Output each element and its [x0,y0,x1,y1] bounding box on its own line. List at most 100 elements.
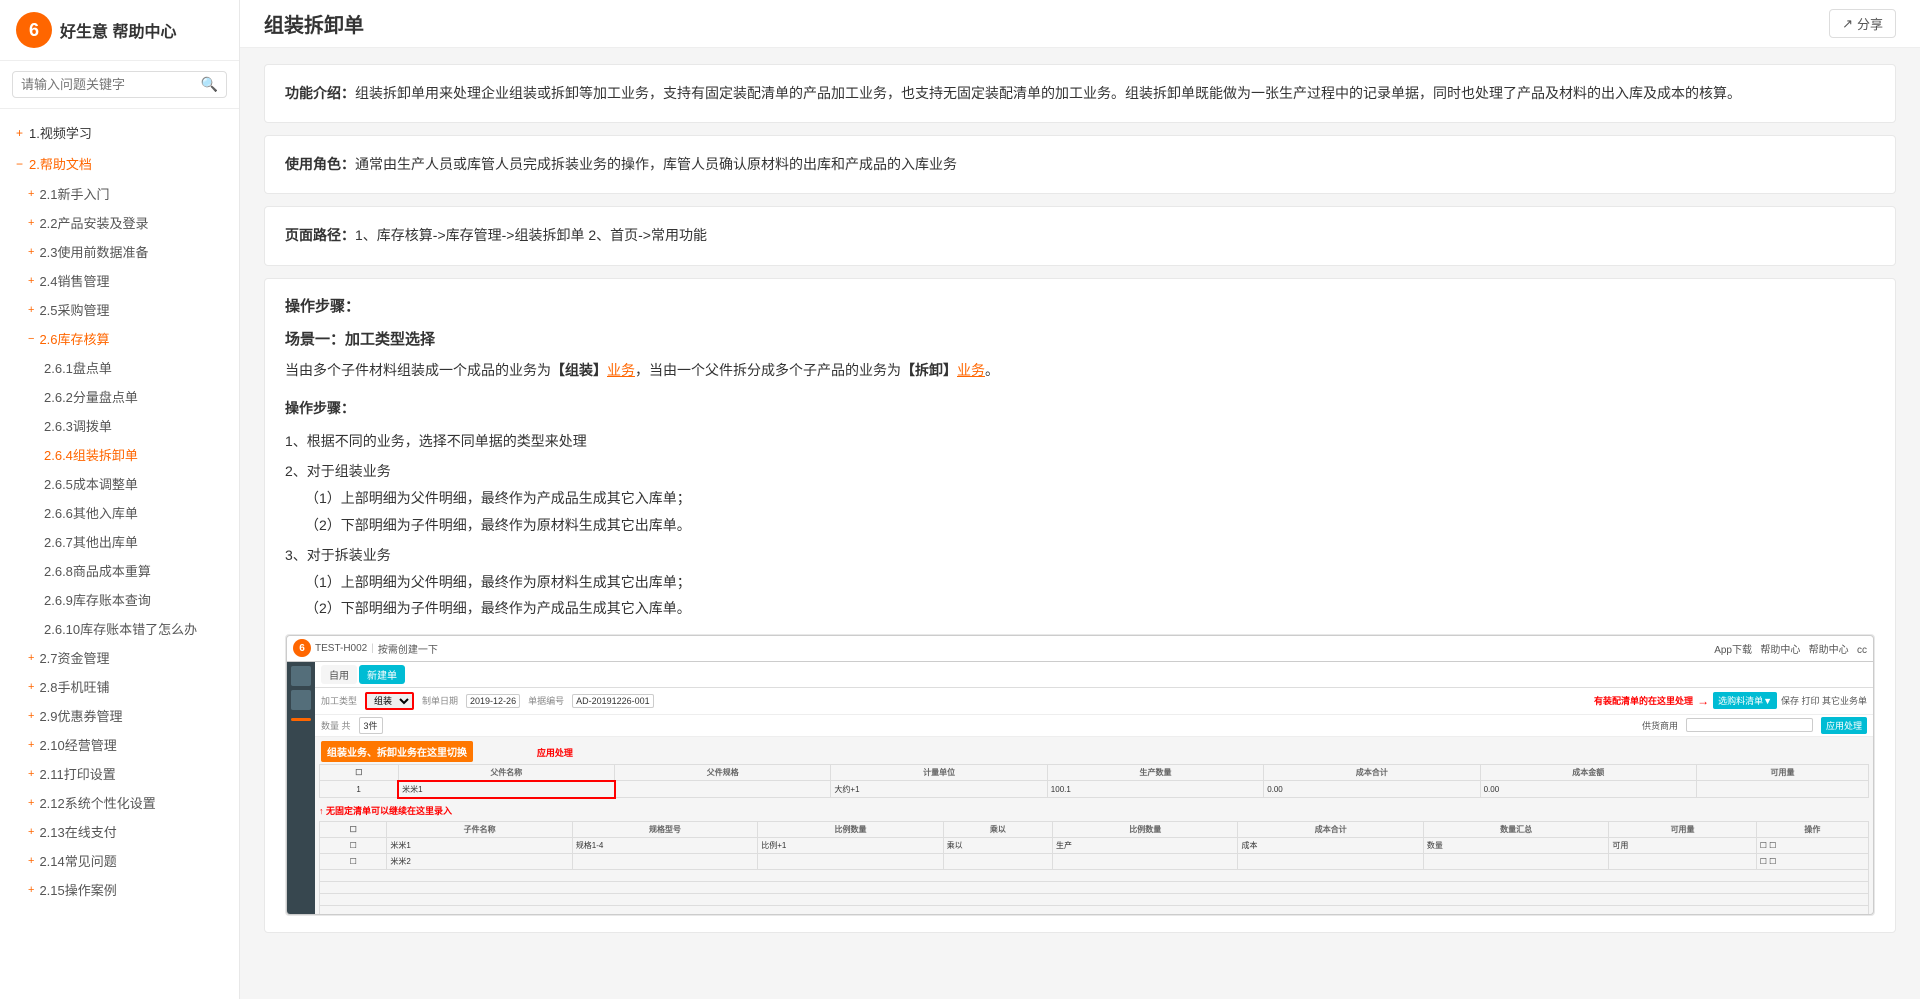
search-box[interactable]: 🔍 [12,71,227,98]
sidebar-item-data-label: 2.3使用前数据准备 [39,242,148,261]
sidebar-item-docs[interactable]: − 2.帮助文档 [0,148,239,179]
mock-date-value: 2019-12-26 [466,694,520,708]
mock-upper-row-1: 1 米米1 大约+1 100.1 0.00 0.00 [320,781,1869,798]
sidebar-item-268[interactable]: 2.6.8商品成本重算 [44,556,239,585]
plus-icon-purchase: + [28,304,34,316]
sidebar-item-install-label: 2.2产品安装及登录 [39,213,148,232]
nav-sub-inventory: 2.6.1盘点单 2.6.2分量盘点单 2.6.3调拨单 2.6.4组装拆卸单 … [28,353,239,643]
sidebar-item-video[interactable]: + 1.视频学习 [0,117,239,148]
sidebar-item-263[interactable]: 2.6.3调拨单 [44,411,239,440]
search-input[interactable] [21,77,201,92]
th-qty2: 生产数量 [1047,764,1263,781]
mock-annotation-type-area: 组装业务、拆卸业务在这里切换 应用处理 [315,737,1873,762]
sidebar-item-faq[interactable]: + 2.14常见问题 [28,846,239,875]
sidebar-item-coupon[interactable]: + 2.9优惠券管理 [28,701,239,730]
step3-text: 3、对于拆装业务 [285,542,1875,569]
step3-1-text: （1）上部明细为父件明细，最终作为原材料生成其它出库单； [285,569,1875,596]
sidebar-item-ops[interactable]: + 2.10经营管理 [28,730,239,759]
plus-icon-cases: + [28,884,34,896]
mock-appbar: 6 TEST-H002 | 按需创建一下 App下载 帮助中心 帮助中心 cc [287,636,1873,662]
sidebar-item-purchase[interactable]: + 2.5采购管理 [28,295,239,324]
logo-icon: 6 [16,12,52,48]
plus-icon-coupon: + [28,710,34,722]
minus-icon-inventory: − [28,333,34,345]
th-parent-name: 父件名称 [398,764,614,781]
mock-type-label: 加工类型 [321,694,357,707]
sidebar-item-265[interactable]: 2.6.5成本调整单 [44,469,239,498]
chaixie-label: 【拆卸】 [901,362,957,378]
mock-no-value: AD-20191226-001 [572,694,654,708]
th-cost: 成本合计 [1264,764,1480,781]
sidebar-item-payment[interactable]: + 2.13在线支付 [28,817,239,846]
lth-check: ☐ [320,821,387,837]
sidebar-item-269[interactable]: 2.6.9库存账本查询 [44,585,239,614]
path-text: 1、库存核算->库存管理->组装拆卸单 2、首页->常用功能 [355,227,707,243]
sidebar-item-print[interactable]: + 2.11打印设置 [28,759,239,788]
sidebar-item-coupon-label: 2.9优惠券管理 [39,706,122,725]
step2-1-text: （1）上部明细为父件明细，最终作为产成品生成其它入库单； [285,485,1875,512]
sidebar-item-cases[interactable]: + 2.15操作案例 [28,875,239,904]
sidebar-item-finance[interactable]: + 2.7资金管理 [28,643,239,672]
ops-section: 操作步骤： 场景一：加工类型选择 当由多个子件材料组装成一个成品的业务为【组装】… [264,278,1896,933]
role-label: 使用角色： [285,156,355,172]
mock-nav-active [291,718,311,721]
lth-sum: 数量汇总 [1423,821,1608,837]
sidebar-item-261[interactable]: 2.6.1盘点单 [44,353,239,382]
scene1-title: 场景一：加工类型选择 [285,328,1875,349]
sidebar-item-sales-label: 2.4销售管理 [39,271,109,290]
mock-tab-ziyong[interactable]: 自用 [321,665,357,684]
lth-name: 子件名称 [387,821,572,837]
search-area: 🔍 [0,61,239,109]
sidebar-item-266[interactable]: 2.6.6其他入库单 [44,498,239,527]
sidebar-item-262[interactable]: 2.6.2分量盘点单 [44,382,239,411]
mock-orange-section-label: 组装业务、拆卸业务在这里切换 [321,741,473,762]
mock-supply-input[interactable] [1686,718,1813,732]
lth-spec: 规格型号 [572,821,757,837]
mock-body: 自用 新建单 加工类型 组装 拆卸 制单日期 2019-12-26 [315,662,1873,914]
share-icon: ↗ [1842,16,1853,32]
role-text: 通常由生产人员或库管人员完成拆装业务的操作，库管人员确认原材料的出库和产成品的入… [355,156,957,172]
sidebar-item-docs-label: 2.帮助文档 [29,154,92,173]
mock-lower-row-4 [320,881,1869,893]
mock-no-label: 单据编号 [528,694,564,707]
sidebar-item-2610[interactable]: 2.6.10库存账本错了怎么办 [44,614,239,643]
sidebar-item-data[interactable]: + 2.3使用前数据准备 [28,237,239,266]
mock-sidenav [287,662,315,914]
sidebar-item-sales[interactable]: + 2.4销售管理 [28,266,239,295]
mock-bom-btn[interactable]: 选购料清单▼ [1713,692,1777,709]
plus-icon-install: + [28,217,34,229]
logo-text: 好生意 帮助中心 [60,18,176,42]
sidebar-item-video-label: 1.视频学习 [29,123,92,142]
sidebar-item-267[interactable]: 2.6.7其他出库单 [44,527,239,556]
sidebar-item-install[interactable]: + 2.2产品安装及登录 [28,208,239,237]
lth-times: 乘以 [943,821,1052,837]
ops-steps-detail: 操作步骤： 1、根据不同的业务，选择不同单据的类型来处理 2、对于组装业务 （1… [285,395,1875,622]
plus-icon-faq: + [28,855,34,867]
plus-icon-data: + [28,246,34,258]
mock-apply-btn[interactable]: 应用处理 [1821,717,1867,734]
search-icon[interactable]: 🔍 [201,76,218,93]
sidebar-item-cases-label: 2.15操作案例 [39,880,116,899]
sidebar-item-inventory[interactable]: − 2.6库存核算 [28,324,239,353]
scene1-desc: 当由多个子件材料组装成一个成品的业务为【组装】业务，当由一个父件拆分成多个子产品… [285,357,1875,384]
yewu2-link[interactable]: 业务 [957,362,985,378]
share-label: 分享 [1857,14,1883,33]
sidebar-item-newbie-label: 2.1新手入门 [39,184,109,203]
yewu1-link[interactable]: 业务 [607,362,635,378]
func-text: 组装拆卸单用来处理企业组装或拆卸等加工业务，支持有固定装配清单的产品加工业务，也… [355,85,1741,101]
mock-test-id: TEST-H002 [315,643,367,654]
step2-text: 2、对于组装业务 [285,458,1875,485]
sidebar-item-newbie[interactable]: + 2.1新手入门 [28,179,239,208]
sidebar-item-mobile[interactable]: + 2.8手机旺铺 [28,672,239,701]
mock-tab-new[interactable]: 新建单 [359,665,405,684]
sidebar-item-264[interactable]: 2.6.4组装拆卸单 [44,440,239,469]
mock-type-select[interactable]: 组装 拆卸 [365,692,414,710]
mock-lower-row-5 [320,893,1869,905]
sidebar-item-finance-label: 2.7资金管理 [39,648,109,667]
path-label: 页面路径： [285,227,355,243]
share-button[interactable]: ↗ 分享 [1829,9,1896,38]
th-parent-spec: 父件规格 [615,764,831,781]
mock-annotation-inline-area: ↑ 无固定清单可以继续在这里录入 [315,801,1873,819]
mock-upper-table: ☐ 父件名称 父件规格 计量单位 生产数量 成本合计 成本金额 可用量 [319,764,1869,799]
sidebar-item-settings[interactable]: + 2.12系统个性化设置 [28,788,239,817]
